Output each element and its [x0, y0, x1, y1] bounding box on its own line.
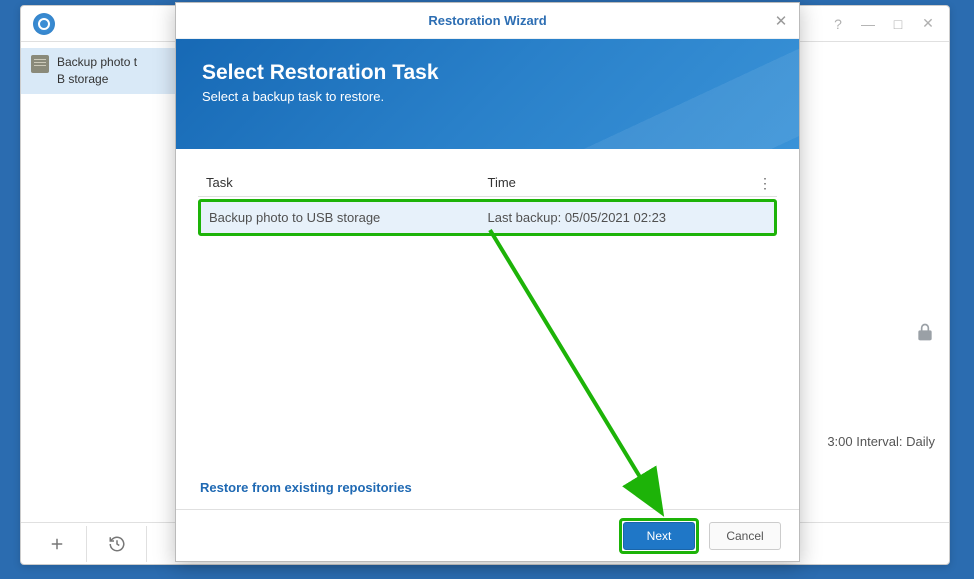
restoration-wizard-dialog: Restoration Wizard ✕ Select Restoration … — [175, 2, 800, 562]
minimize-icon[interactable]: — — [861, 17, 875, 31]
column-time[interactable]: Time — [488, 175, 770, 190]
dialog-footer: Next Cancel — [176, 509, 799, 561]
maximize-icon[interactable]: □ — [891, 17, 905, 31]
sidebar-item-backup-task[interactable]: Backup photo t B storage — [21, 48, 175, 94]
table-options-icon[interactable]: ⋮ — [758, 175, 771, 192]
window-controls: ? — □ ✕ — [831, 17, 941, 31]
dialog-content: Task Time ⋮ Backup photo to USB storage … — [176, 149, 799, 509]
next-button[interactable]: Next — [623, 522, 695, 550]
column-task[interactable]: Task — [206, 175, 488, 190]
app-icon — [33, 13, 55, 35]
storage-icon — [31, 55, 49, 73]
dialog-heading: Select Restoration Task — [202, 61, 773, 85]
cancel-button[interactable]: Cancel — [709, 522, 781, 550]
close-icon[interactable]: ✕ — [921, 17, 935, 31]
lock-icon[interactable] — [915, 322, 935, 347]
restore-history-button[interactable] — [87, 526, 147, 562]
add-button[interactable] — [27, 526, 87, 562]
task-table: Task Time ⋮ Backup photo to USB storage … — [198, 169, 777, 236]
dialog-subheading: Select a backup task to restore. — [202, 89, 773, 104]
restore-from-repositories-link[interactable]: Restore from existing repositories — [200, 480, 412, 495]
help-icon[interactable]: ? — [831, 17, 845, 31]
dialog-titlebar: Restoration Wizard ✕ — [176, 3, 799, 39]
sidebar: Backup photo t B storage — [21, 42, 176, 522]
cell-task: Backup photo to USB storage — [209, 210, 488, 225]
dialog-title: Restoration Wizard — [428, 13, 546, 28]
next-button-highlight: Next — [619, 518, 699, 554]
dialog-close-icon[interactable]: ✕ — [773, 13, 789, 29]
cell-time: Last backup: 05/05/2021 02:23 — [488, 210, 767, 225]
dialog-header: Select Restoration Task Select a backup … — [176, 39, 799, 149]
table-row[interactable]: Backup photo to USB storage Last backup:… — [198, 199, 777, 236]
sidebar-item-label: Backup photo t B storage — [57, 54, 165, 88]
schedule-text: 3:00 Interval: Daily — [827, 434, 935, 449]
table-header: Task Time ⋮ — [198, 169, 777, 197]
